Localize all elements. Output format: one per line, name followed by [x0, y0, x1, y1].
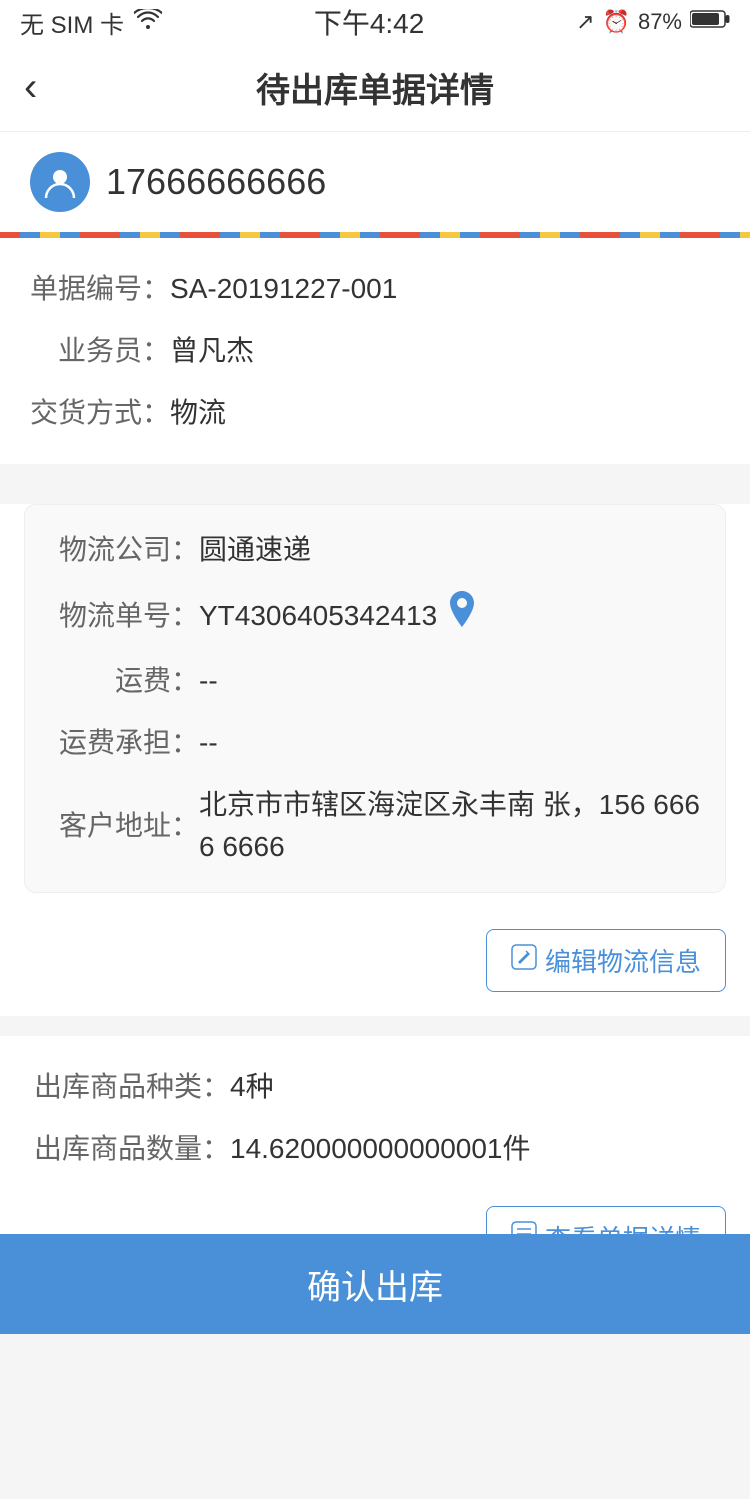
logistics-address-label: 客户地址： [49, 805, 199, 847]
back-button[interactable]: ‹ [24, 65, 37, 110]
salesperson-label: 业务员： [30, 330, 170, 372]
confirm-label: 确认出库 [307, 1260, 443, 1309]
logistics-freight-value: -- [199, 660, 701, 702]
status-time: 下午4:42 [314, 2, 425, 42]
section-gap-1 [0, 464, 750, 484]
logistics-freight-bearer-row: 运费承担： -- [49, 722, 701, 764]
logistics-freight-bearer-value: -- [199, 722, 701, 764]
carrier-label: 无 SIM 卡 [20, 5, 124, 40]
page-title: 待出库单据详情 [256, 63, 494, 112]
logistics-freight-bearer-label: 运费承担： [49, 722, 199, 764]
edit-logistics-button[interactable]: 编辑物流信息 [486, 929, 726, 992]
status-right: ↗ ⏰ 87% [576, 9, 730, 35]
status-bar: 无 SIM 卡 下午4:42 ↗ ⏰ 87% [0, 0, 750, 44]
battery-percentage: 87% [638, 9, 682, 35]
salesperson-row: 业务员： 曾凡杰 [30, 330, 720, 372]
logistics-company-row: 物流公司： 圆通速递 [49, 529, 701, 571]
confirm-outbound-button[interactable]: 确认出库 [0, 1234, 750, 1334]
person-icon [42, 164, 78, 200]
logistics-section: 物流公司： 圆通速递 物流单号： YT4306405342413 运费： -- … [0, 504, 750, 1016]
nav-bar: ‹ 待出库单据详情 [0, 44, 750, 132]
logistics-address-row: 客户地址： 北京市市辖区海淀区永丰南 张，156 6666 6666 [49, 784, 701, 868]
customer-phone: 17666666666 [106, 161, 326, 203]
alarm-icon: ⏰ [603, 9, 630, 35]
delivery-method-label: 交货方式： [30, 392, 170, 434]
goods-section: 出库商品种类： 4种 出库商品数量： 14.620000000000001件 [0, 1036, 750, 1190]
battery-icon [690, 9, 730, 35]
back-icon: ‹ [24, 65, 37, 109]
goods-types-value: 4种 [230, 1066, 720, 1108]
confirm-btn-container: 确认出库 [0, 1234, 750, 1334]
logistics-address-value: 北京市市辖区海淀区永丰南 张，156 6666 6666 [199, 784, 701, 868]
delivery-method-row: 交货方式： 物流 [30, 392, 720, 434]
goods-quantity-row: 出库商品数量： 14.620000000000001件 [30, 1128, 720, 1170]
goods-quantity-value: 14.620000000000001件 [230, 1128, 720, 1170]
edit-btn-row: 编辑物流信息 [0, 913, 750, 1016]
logistics-company-value: 圆通速递 [199, 529, 701, 571]
salesperson-value: 曾凡杰 [170, 330, 720, 372]
goods-types-row: 出库商品种类： 4种 [30, 1066, 720, 1108]
map-pin-icon[interactable] [447, 591, 477, 640]
logistics-tracking-label: 物流单号： [49, 595, 199, 637]
section-gap-2 [0, 1016, 750, 1036]
goods-types-label: 出库商品种类： [30, 1066, 230, 1108]
avatar [30, 152, 90, 212]
location-status-icon: ↗ [576, 9, 594, 35]
edit-icon [511, 944, 537, 977]
logistics-card: 物流公司： 圆通速递 物流单号： YT4306405342413 运费： -- … [24, 504, 726, 893]
goods-quantity-label: 出库商品数量： [30, 1128, 230, 1170]
order-info-section: 单据编号： SA-20191227-001 业务员： 曾凡杰 交货方式： 物流 [0, 238, 750, 464]
customer-header: 17666666666 [0, 132, 750, 232]
status-left: 无 SIM 卡 [20, 5, 162, 40]
logistics-company-label: 物流公司： [49, 529, 199, 571]
logistics-tracking-value: YT4306405342413 [199, 591, 701, 640]
document-number-row: 单据编号： SA-20191227-001 [30, 268, 720, 310]
wifi-icon [134, 8, 162, 36]
edit-logistics-label: 编辑物流信息 [545, 942, 701, 979]
document-number-value: SA-20191227-001 [170, 268, 720, 310]
document-number-label: 单据编号： [30, 268, 170, 310]
logistics-tracking-row: 物流单号： YT4306405342413 [49, 591, 701, 640]
logistics-freight-label: 运费： [49, 660, 199, 702]
logistics-freight-row: 运费： -- [49, 660, 701, 702]
delivery-method-value: 物流 [170, 392, 720, 434]
